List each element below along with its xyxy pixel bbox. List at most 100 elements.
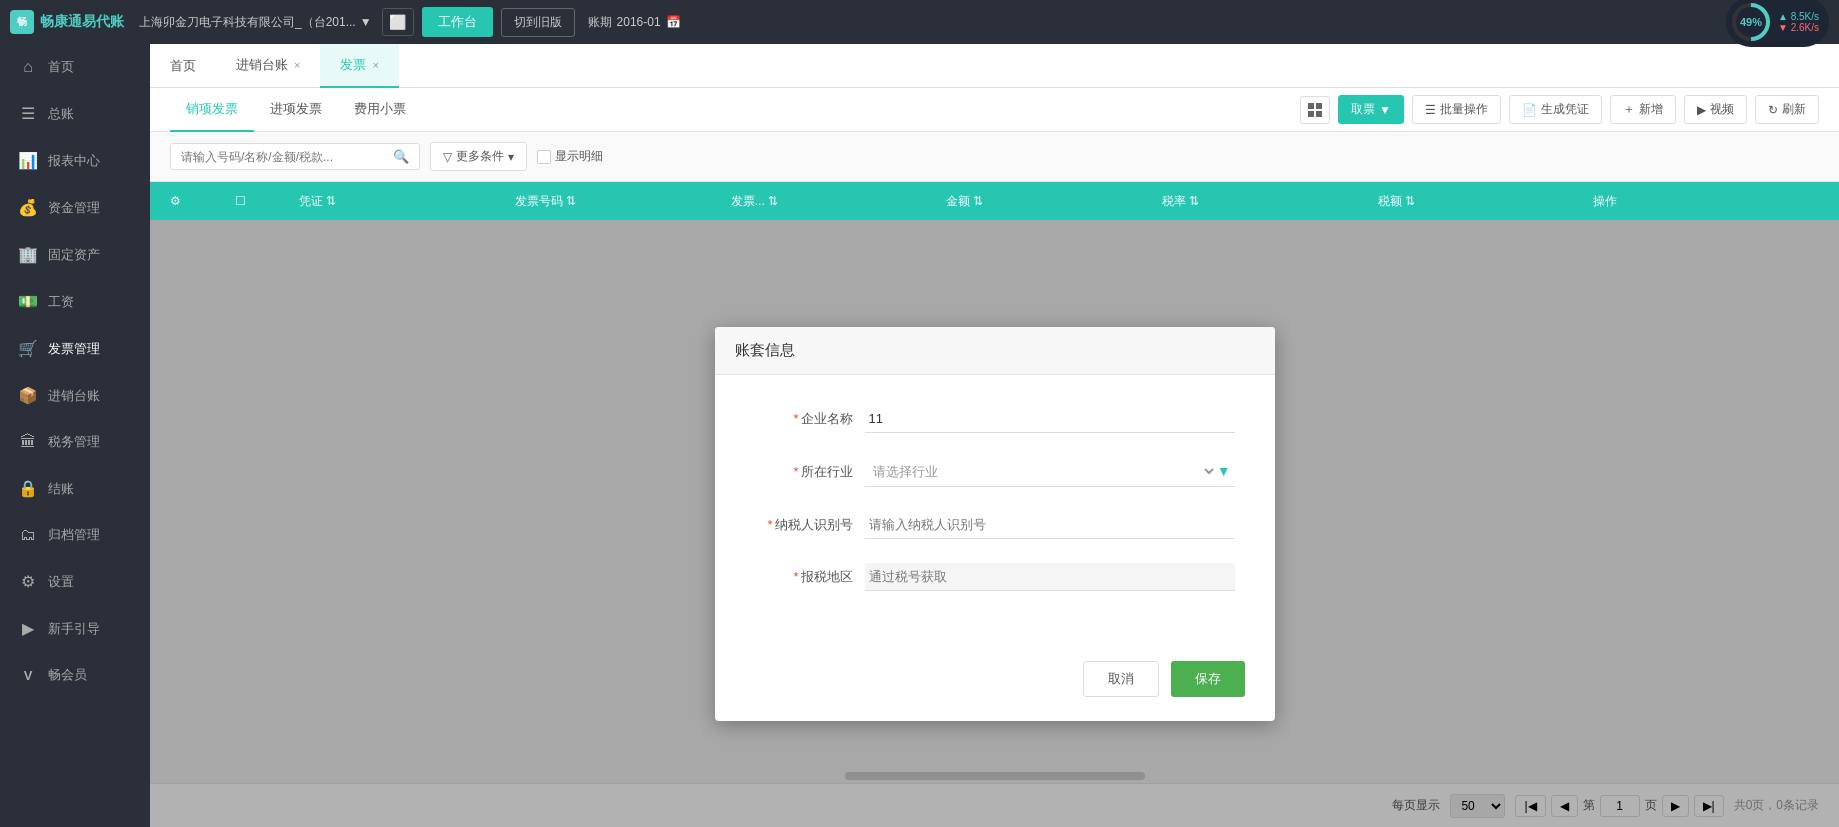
- account-info-modal: 账套信息 企业名称 所在行业: [715, 327, 1275, 721]
- show-detail-checkbox-area[interactable]: 显示明细: [537, 148, 603, 165]
- sidebar-item-tax[interactable]: 🏛 税务管理: [0, 419, 150, 465]
- th-tax-amount[interactable]: 税额 ⇅: [1378, 193, 1594, 210]
- sidebar-label-invoice: 发票管理: [48, 340, 100, 358]
- company-dropdown-arrow[interactable]: ▼: [360, 15, 372, 29]
- modal-overlay: 账套信息 企业名称 所在行业: [150, 220, 1839, 827]
- industry-select-wrapper[interactable]: 请选择行业 ▼: [865, 457, 1235, 487]
- tab-close-invoice[interactable]: ×: [372, 59, 378, 71]
- period-value: 2016-01: [617, 15, 661, 29]
- logo-icon: 畅: [10, 10, 34, 34]
- search-input[interactable]: [181, 150, 387, 164]
- workbench-button[interactable]: 工作台: [422, 7, 493, 37]
- sidebar-item-settings[interactable]: ⚙ 设置: [0, 558, 150, 605]
- sidebar-label-member: 畅会员: [48, 666, 87, 684]
- th-sort-invoice-type[interactable]: ⇅: [768, 194, 778, 208]
- sidebar-label-payroll: 工资: [48, 293, 74, 311]
- get-ticket-label: 取票: [1351, 101, 1375, 118]
- sidebar-label-guide: 新手引导: [48, 620, 100, 638]
- sidebar-label-home: 首页: [48, 58, 74, 76]
- sidebar-item-purchase[interactable]: 📦 进销台账: [0, 372, 150, 419]
- show-detail-checkbox[interactable]: [537, 150, 551, 164]
- sub-nav: 销项发票 进项发票 费用小票 取票 ▼ ☰: [150, 88, 1839, 132]
- th-voucher[interactable]: 凭证 ⇅: [299, 193, 515, 210]
- sidebar-item-archive[interactable]: 🗂 归档管理: [0, 512, 150, 558]
- app-container: 畅 畅康通易代账 上海卯金刀电子科技有限公司_（台201... ▼ ⬜ 工作台 …: [0, 0, 1839, 827]
- sidebar-label-settings: 设置: [48, 573, 74, 591]
- tab-invoice[interactable]: 发票 ×: [320, 44, 398, 88]
- show-detail-label: 显示明细: [555, 148, 603, 165]
- sidebar-item-guide[interactable]: ▶ 新手引导: [0, 605, 150, 652]
- calendar-icon[interactable]: 📅: [666, 15, 681, 29]
- cancel-button[interactable]: 取消: [1083, 661, 1159, 697]
- chevron-down-icon: ▾: [508, 150, 514, 164]
- sidebar-item-close[interactable]: 🔒 结账: [0, 465, 150, 512]
- th-invoice-number[interactable]: 发票号码 ⇅: [515, 193, 731, 210]
- period-label: 账期: [588, 14, 612, 31]
- copy-icon-btn[interactable]: ⬜: [382, 8, 414, 36]
- member-icon: V: [18, 668, 38, 683]
- sidebar-label-assets: 固定资产: [48, 246, 100, 264]
- svg-rect-5: [1316, 111, 1322, 117]
- subnav-sales-invoice[interactable]: 销项发票: [170, 88, 254, 132]
- company-name-label: 企业名称: [755, 410, 865, 428]
- search-wrapper: 🔍: [170, 143, 420, 170]
- th-invoice-type[interactable]: 发票... ⇅: [731, 193, 947, 210]
- sidebar-item-invoice[interactable]: 🛒 发票管理: [0, 325, 150, 372]
- old-version-button[interactable]: 切到旧版: [501, 8, 575, 37]
- sidebar-item-assets[interactable]: 🏢 固定资产: [0, 231, 150, 278]
- sidebar: ⌂ 首页 ☰ 总账 📊 报表中心 💰 资金管理 🏢 固定资产 💵 工资: [0, 44, 150, 827]
- add-new-button[interactable]: ＋ 新增: [1610, 95, 1676, 124]
- company-selector[interactable]: 上海卯金刀电子科技有限公司_（台201... ▼: [139, 14, 372, 31]
- company-name: 上海卯金刀电子科技有限公司_（台201...: [139, 14, 356, 31]
- company-name-input[interactable]: [865, 405, 1235, 433]
- funds-icon: 💰: [18, 198, 38, 217]
- refresh-button[interactable]: ↻ 刷新: [1755, 95, 1819, 124]
- th-sort-tax-rate[interactable]: ⇅: [1189, 194, 1199, 208]
- form-row-tax-region: 报税地区: [755, 563, 1235, 591]
- th-tax-rate[interactable]: 税率 ⇅: [1162, 193, 1378, 210]
- subnav-expense-receipt[interactable]: 费用小票: [338, 88, 422, 132]
- sidebar-label-reports: 报表中心: [48, 152, 100, 170]
- subnav-purchase-invoice[interactable]: 进项发票: [254, 88, 338, 132]
- th-checkbox[interactable]: ☐: [235, 194, 300, 208]
- filter-bar: 🔍 ▽ 更多条件 ▾ 显示明细: [150, 132, 1839, 182]
- search-icon[interactable]: 🔍: [393, 149, 409, 164]
- modal-header: 账套信息: [715, 327, 1275, 375]
- sidebar-label-tax: 税务管理: [48, 433, 100, 451]
- app-logo: 畅 畅康通易代账: [10, 10, 124, 34]
- th-sort-invoice-number[interactable]: ⇅: [566, 194, 576, 208]
- top-bar: 畅 畅康通易代账 上海卯金刀电子科技有限公司_（台201... ▼ ⬜ 工作台 …: [0, 0, 1839, 44]
- sidebar-item-funds[interactable]: 💰 资金管理: [0, 184, 150, 231]
- industry-select[interactable]: 请选择行业: [869, 463, 1217, 480]
- sidebar-item-home[interactable]: ⌂ 首页: [0, 44, 150, 90]
- tab-home[interactable]: 首页: [150, 45, 216, 87]
- grid-view-button[interactable]: [1300, 96, 1330, 124]
- industry-dropdown-arrow[interactable]: ▼: [1217, 463, 1231, 479]
- refresh-icon: ↻: [1768, 103, 1778, 117]
- tax-region-label: 报税地区: [755, 568, 865, 586]
- reports-icon: 📊: [18, 151, 38, 170]
- ticket-dropdown-arrow[interactable]: ▼: [1379, 103, 1391, 117]
- th-sort-voucher[interactable]: ⇅: [326, 194, 336, 208]
- th-sort-tax-amount[interactable]: ⇅: [1405, 194, 1415, 208]
- get-ticket-button[interactable]: 取票 ▼: [1338, 95, 1404, 124]
- sidebar-item-reports[interactable]: 📊 报表中心: [0, 137, 150, 184]
- tab-close-purchase[interactable]: ×: [294, 59, 300, 71]
- save-button[interactable]: 保存: [1171, 661, 1245, 697]
- th-amount[interactable]: 金额 ⇅: [946, 193, 1162, 210]
- bulk-op-button[interactable]: ☰ 批量操作: [1412, 95, 1501, 124]
- sidebar-item-payroll[interactable]: 💵 工资: [0, 278, 150, 325]
- archive-icon: 🗂: [18, 526, 38, 544]
- sidebar-item-member[interactable]: V 畅会员: [0, 652, 150, 698]
- tab-purchase-ledger[interactable]: 进销台账 ×: [216, 44, 320, 88]
- tax-id-input[interactable]: [865, 511, 1235, 539]
- th-sort-amount[interactable]: ⇅: [973, 194, 983, 208]
- th-settings[interactable]: ⚙: [170, 194, 235, 208]
- form-row-company: 企业名称: [755, 405, 1235, 433]
- more-conditions-button[interactable]: ▽ 更多条件 ▾: [430, 142, 527, 171]
- video-button[interactable]: ▶ 视频: [1684, 95, 1747, 124]
- close-accounts-icon: 🔒: [18, 479, 38, 498]
- gen-voucher-button[interactable]: 📄 生成凭证: [1509, 95, 1602, 124]
- sidebar-item-ledger[interactable]: ☰ 总账: [0, 90, 150, 137]
- guide-icon: ▶: [18, 619, 38, 638]
